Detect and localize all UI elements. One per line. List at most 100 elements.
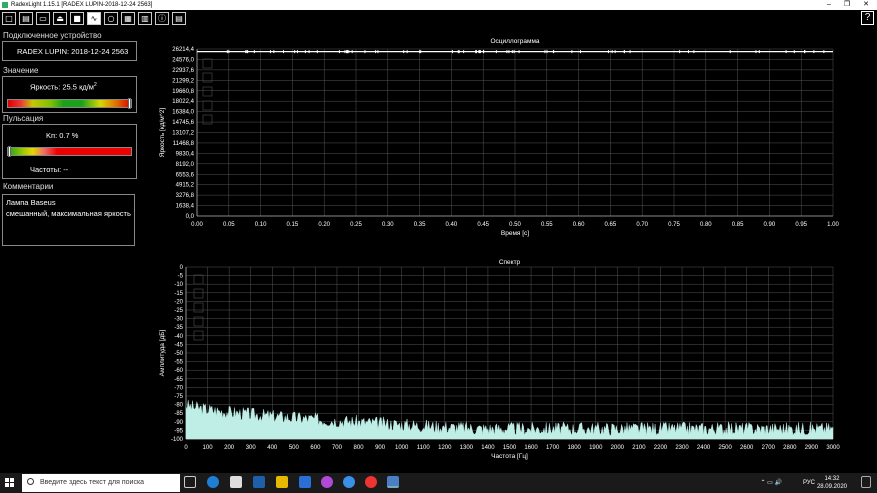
save-button[interactable]: ▤ — [19, 12, 33, 25]
comments-section-title: Комментарии — [3, 182, 54, 191]
freq-label: Частоты: -- — [30, 165, 69, 174]
mail-icon[interactable] — [299, 476, 311, 488]
x-tick-label: 0.00 — [191, 222, 203, 228]
x-tick-label: 0.75 — [668, 222, 680, 228]
help-button[interactable]: ? — [861, 11, 874, 25]
pulsation-section-title: Пульсация — [3, 114, 44, 123]
x-tick-label: 2500 — [718, 445, 732, 451]
wave-button[interactable]: ∿ — [87, 12, 101, 25]
y-tick-label: 0,0 — [186, 214, 195, 220]
windows-start-icon[interactable] — [5, 478, 15, 488]
window-title: RadexLight 1.15.1 [RADEX LUPIN-2018-12-2… — [11, 2, 153, 8]
visio-icon[interactable] — [253, 476, 265, 488]
x-tick-label: 400 — [267, 445, 278, 451]
y-tick-label: 4915,2 — [176, 183, 195, 189]
x-tick-label: 300 — [246, 445, 257, 451]
y-tick-label: -5 — [178, 274, 184, 280]
y-tick-label: -25 — [174, 308, 183, 314]
x-tick-label: 2900 — [805, 445, 819, 451]
x-tick-label: 0.60 — [573, 222, 585, 228]
clock-date: 28.09.2020 — [816, 484, 847, 490]
x-tick-label: 1700 — [546, 445, 560, 451]
y-tick-label: -90 — [174, 420, 183, 426]
kp-marker — [8, 146, 12, 157]
y-tick-label: -100 — [171, 437, 184, 443]
x-tick-label: 0.50 — [509, 222, 521, 228]
comment-line-2: смешанный, максимальная яркость — [6, 209, 131, 218]
comment-line-1: Лампа Baseus — [6, 198, 56, 207]
circle-button[interactable]: ○ — [104, 12, 118, 25]
x-tick-label: 900 — [375, 445, 386, 451]
zoom-control-icon — [202, 58, 213, 69]
x-tick-label: 2100 — [632, 445, 646, 451]
x-tick-label: 1.00 — [827, 222, 839, 228]
x-axis-label: Время [с] — [501, 230, 529, 237]
device-box: RADEX LUPIN: 2018-12-24 2563 — [2, 41, 137, 61]
search-placeholder: Введите здесь текст для поиска — [40, 479, 145, 486]
y-tick-label: -65 — [174, 377, 183, 383]
info-button[interactable]: ⓘ — [155, 12, 169, 25]
explorer-icon[interactable] — [276, 476, 288, 488]
x-tick-label: 0.35 — [414, 222, 426, 228]
kp-gradient — [7, 147, 132, 156]
x-tick-label: 3000 — [826, 445, 840, 451]
clock-time: 14:32 — [824, 476, 840, 482]
x-tick-label: 0.40 — [446, 222, 458, 228]
x-tick-label: 200 — [224, 445, 235, 451]
close-button[interactable]: ✕ — [858, 0, 874, 10]
y-tick-label: -20 — [174, 299, 183, 305]
language-indicator[interactable]: РУС — [803, 473, 815, 493]
table-button[interactable]: ▤ — [172, 12, 186, 25]
app-icon-purple[interactable] — [321, 476, 333, 488]
tray-icons[interactable]: ⌃ ▭ 🔊 — [760, 473, 782, 493]
x-tick-label: 0.10 — [255, 222, 267, 228]
comment-textarea[interactable]: Лампа Baseus смешанный, максимальная ярк… — [2, 194, 135, 246]
x-tick-label: 2700 — [762, 445, 776, 451]
x-tick-label: 500 — [289, 445, 300, 451]
bars-button[interactable]: ▥ — [138, 12, 152, 25]
notifications-icon[interactable] — [861, 476, 871, 488]
x-tick-label: 0.65 — [605, 222, 617, 228]
x-tick-label: 0.55 — [541, 222, 553, 228]
y-tick-label: 21299,2 — [172, 78, 194, 84]
image-button[interactable]: ▦ — [121, 12, 135, 25]
store-icon[interactable] — [230, 476, 242, 488]
y-tick-label: 16384,0 — [172, 110, 194, 116]
x-tick-label: 0.95 — [795, 222, 807, 228]
minimize-button[interactable]: – — [821, 0, 837, 10]
x-tick-label: 0 — [184, 445, 188, 451]
y-axis-label: Яркость [кд/м^2] — [159, 108, 166, 158]
x-tick-label: 0.80 — [700, 222, 712, 228]
open-button[interactable]: □ — [2, 12, 16, 25]
radexlight-taskbar-icon[interactable] — [387, 476, 399, 488]
chart-title: Спектр — [499, 259, 521, 266]
x-tick-label: 0.45 — [477, 222, 489, 228]
taskbar-search-input[interactable]: Введите здесь текст для поиска — [22, 474, 180, 492]
toolbar: □ ▤ ▭ ⏏ ■ ∿ ○ ▦ ▥ ⓘ ▤ ? — [0, 10, 877, 27]
y-tick-label: -30 — [174, 317, 183, 323]
chrome-icon[interactable] — [365, 476, 377, 488]
folder-button[interactable]: ▭ — [36, 12, 50, 25]
clock[interactable]: 14:32 28.09.2020 — [817, 475, 847, 491]
y-tick-label: 19660,8 — [172, 89, 194, 95]
y-tick-label: -60 — [174, 368, 183, 374]
y-tick-label: 6553,6 — [176, 172, 195, 178]
zoom-control-icon — [202, 72, 213, 83]
search-icon — [27, 478, 34, 485]
x-tick-label: 0.70 — [636, 222, 648, 228]
y-tick-label: 26214,4 — [172, 47, 194, 53]
y-tick-label: 0 — [180, 265, 184, 271]
task-view-icon[interactable] — [184, 476, 196, 488]
x-tick-label: 1300 — [460, 445, 474, 451]
app-icon-blue[interactable] — [343, 476, 355, 488]
eject-button[interactable]: ⏏ — [53, 12, 67, 25]
x-tick-label: 0.05 — [223, 222, 235, 228]
zoom-control-icon — [202, 100, 213, 111]
spectrum-chart[interactable]: Спектр 0 -5 -10 -15 -20 -25 -30 -35 -40 -45 -50 -55 -… — [155, 256, 845, 464]
oscillogram-chart[interactable]: Осциллограмма 26214,4 24576,0 22937,6 21299,… — [155, 35, 845, 247]
x-tick-label: 0.15 — [287, 222, 299, 228]
maximize-button[interactable]: ❐ — [839, 0, 855, 10]
edge-icon[interactable] — [207, 476, 219, 488]
y-tick-label: 22937,6 — [172, 68, 194, 74]
stop-button[interactable]: ■ — [70, 12, 84, 25]
